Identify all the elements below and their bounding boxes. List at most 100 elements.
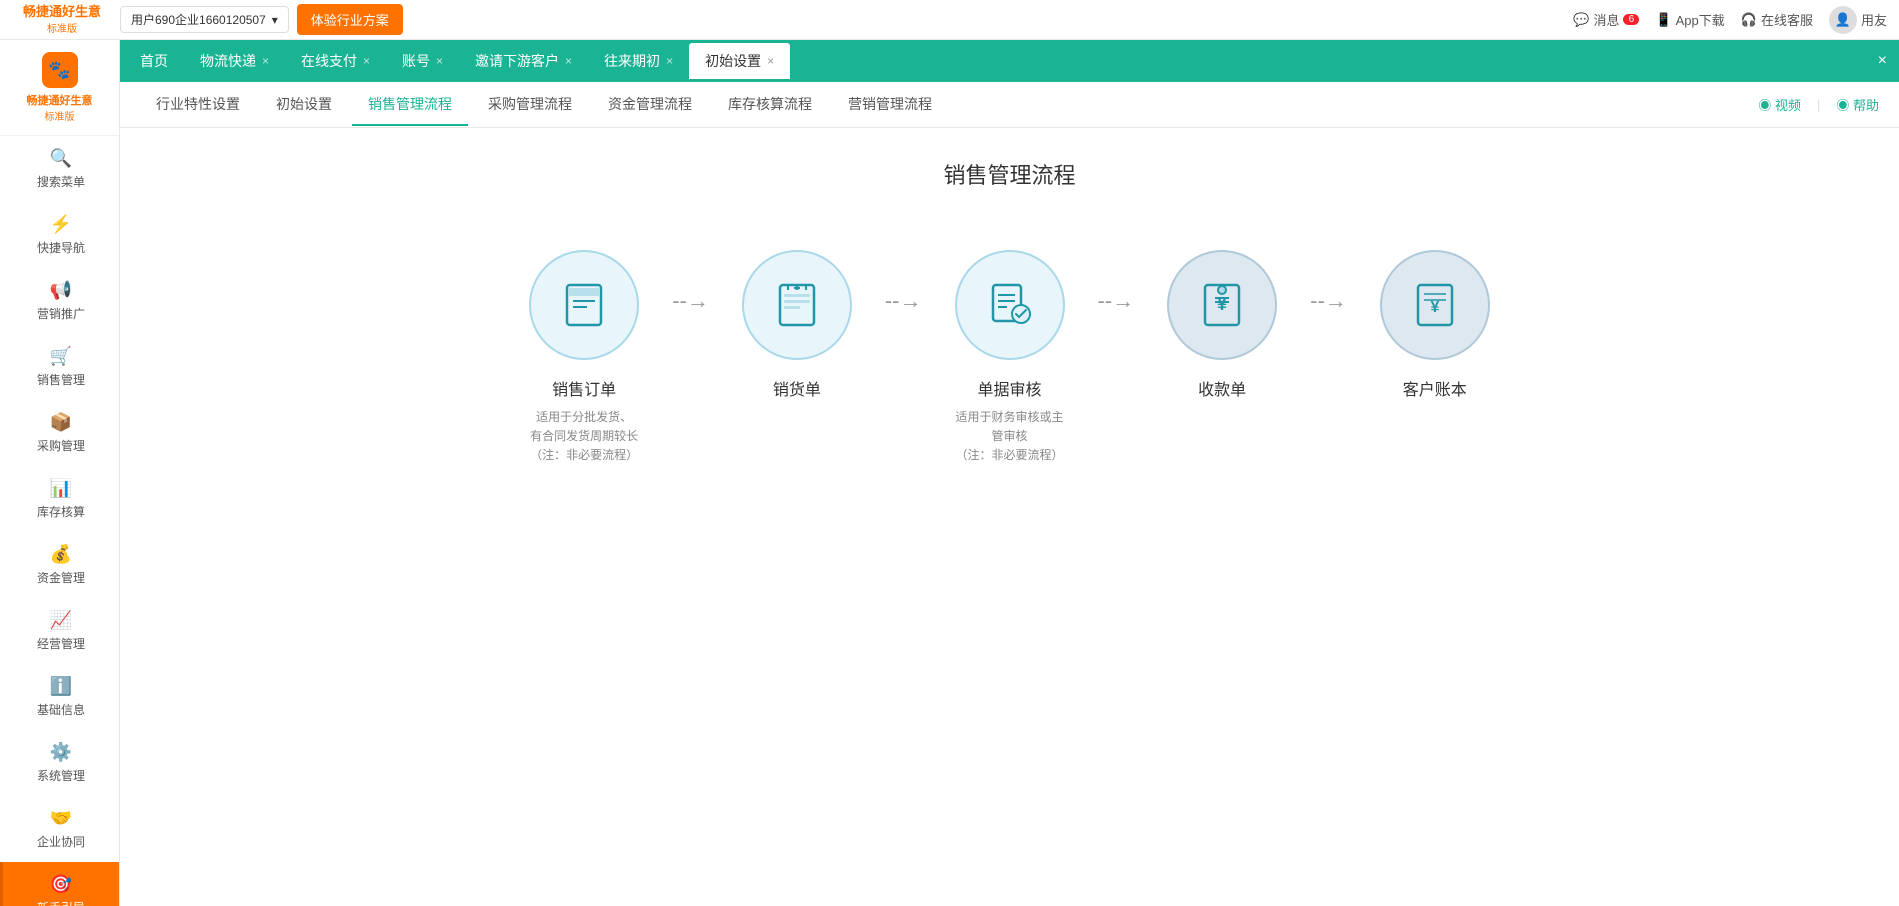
flow-circle-sales-order[interactable]	[529, 250, 639, 360]
sidebar-item-operations[interactable]: 📈 经营管理	[0, 598, 119, 664]
message-badge: 6	[1623, 14, 1639, 25]
tab-home-label: 首页	[140, 51, 168, 71]
app-download-button[interactable]: 📱 App下载	[1655, 10, 1724, 29]
subnav-init[interactable]: 初始设置	[260, 84, 348, 126]
help-btn[interactable]: ◉ 帮助	[1836, 95, 1879, 114]
sidebar-item-inventory[interactable]: 📊 库存核算	[0, 466, 119, 532]
app-icon: 📱	[1655, 12, 1671, 28]
subnav-finance-flow[interactable]: 资金管理流程	[592, 84, 708, 126]
tab-invite-close[interactable]: ×	[565, 54, 572, 68]
receipt-icon: ¥	[1197, 280, 1247, 330]
subnav-inventory-flow-label: 库存核算流程	[728, 96, 812, 112]
sidebar-item-marketing[interactable]: 📢 营销推广	[0, 268, 119, 334]
tab-init-close[interactable]: ×	[767, 54, 774, 68]
sidebar-item-finance[interactable]: 💰 资金管理	[0, 532, 119, 598]
svg-text:¥: ¥	[1430, 299, 1439, 316]
trial-button[interactable]: 体验行业方案	[297, 4, 403, 35]
sidebar-label-collab: 企业协同	[37, 833, 85, 850]
sidebar-item-newguide[interactable]: 🎯 新手引导	[0, 862, 119, 906]
flow-step-receipt: ¥ 收款单	[1142, 250, 1302, 408]
sidebar-label-search: 搜索菜单	[37, 173, 85, 190]
video-btn[interactable]: ◉ 视频	[1758, 95, 1801, 114]
sidebar-item-sales[interactable]: 🛒 销售管理	[0, 334, 119, 400]
sidebar-logo: 🐾 畅捷通好生意 标准版	[0, 40, 119, 136]
top-bar-left: 畅捷通好生意 标准版 用户690企业1660120507 ▾ 体验行业方案	[12, 4, 403, 35]
subnav-purchase-flow[interactable]: 采购管理流程	[472, 84, 588, 126]
tab-account[interactable]: 账号 ×	[386, 43, 459, 79]
nav-tabs: 首页 物流快递 × 在线支付 × 账号 × 邀请下游客户 ×	[120, 40, 1899, 82]
user-selector[interactable]: 用户690企业1660120507 ▾	[120, 6, 289, 33]
collab-icon: 🤝	[50, 808, 72, 829]
sidebar-item-purchase[interactable]: 📦 采购管理	[0, 400, 119, 466]
tab-account-close[interactable]: ×	[436, 54, 443, 68]
tab-logistics[interactable]: 物流快递 ×	[184, 43, 285, 79]
flow-circle-shipment[interactable]	[742, 250, 852, 360]
step-name-4: 收款单	[1198, 376, 1246, 400]
purchase-icon: 📦	[50, 412, 72, 433]
tab-period-close[interactable]: ×	[666, 54, 673, 68]
sub-nav-right: ◉ 视频 | ◉ 帮助	[1758, 95, 1879, 114]
arrow-icon-3: --→	[1098, 288, 1135, 314]
tab-payment-close[interactable]: ×	[363, 54, 370, 68]
ledger-icon: ¥	[1410, 280, 1460, 330]
newguide-icon: 🎯	[50, 874, 72, 895]
sidebar-label-marketing: 营销推广	[37, 305, 85, 322]
subnav-inventory-flow[interactable]: 库存核算流程	[712, 84, 828, 126]
sidebar-label-newguide: 新手引导	[37, 899, 85, 906]
tab-init-label: 初始设置	[705, 51, 761, 71]
tab-period[interactable]: 往来期初 ×	[588, 43, 689, 79]
logo-sub: 标准版	[47, 20, 77, 35]
sidebar-item-system[interactable]: ⚙️ 系统管理	[0, 730, 119, 796]
flow-arrow-2: --→	[877, 288, 930, 314]
tab-init[interactable]: 初始设置 ×	[689, 43, 790, 79]
divider: |	[1817, 97, 1820, 112]
step-name-2: 销货单	[773, 376, 821, 400]
operations-icon: 📈	[50, 610, 72, 631]
flow-container: 销售订单 适用于分批发货、有合同发货周期较长（注：非必要流程） --→	[160, 250, 1859, 466]
search-icon: 🔍	[50, 148, 72, 169]
flow-step-shipment: 销货单	[717, 250, 877, 408]
user-name: 用友	[1861, 10, 1887, 29]
flow-circle-ledger[interactable]: ¥	[1380, 250, 1490, 360]
sub-nav: 行业特性设置 初始设置 销售管理流程 采购管理流程 资金管理流程 库存核算流程	[120, 82, 1899, 128]
sidebar-logo-text: 畅捷通好生意	[27, 92, 93, 108]
sidebar-item-collab[interactable]: 🤝 企业协同	[0, 796, 119, 862]
tab-logistics-close[interactable]: ×	[262, 54, 269, 68]
subnav-marketing-flow[interactable]: 营销管理流程	[832, 84, 948, 126]
sidebar-label-purchase: 采购管理	[37, 437, 85, 454]
top-bar: 畅捷通好生意 标准版 用户690企业1660120507 ▾ 体验行业方案 💬 …	[0, 0, 1899, 40]
message-button[interactable]: 💬 消息 6	[1573, 10, 1639, 29]
sidebar-item-quicknav[interactable]: ⚡ 快捷导航	[0, 202, 119, 268]
tab-payment-label: 在线支付	[301, 51, 357, 71]
finance-icon: 💰	[50, 544, 72, 565]
logo-area: 畅捷通好生意 标准版	[12, 4, 112, 35]
person-icon: 👤	[1835, 12, 1851, 28]
subnav-industry[interactable]: 行业特性设置	[140, 84, 256, 126]
flow-circle-audit[interactable]	[955, 250, 1065, 360]
audit-icon	[985, 280, 1035, 330]
dropdown-icon: ▾	[272, 13, 278, 27]
sidebar-item-basicinfo[interactable]: ℹ️ 基础信息	[0, 664, 119, 730]
tab-home[interactable]: 首页	[124, 43, 184, 79]
online-service-button[interactable]: 🎧 在线客服	[1741, 10, 1813, 29]
subnav-sales-flow[interactable]: 销售管理流程	[352, 84, 468, 126]
quicknav-icon: ⚡	[50, 214, 72, 235]
sidebar-item-search[interactable]: 🔍 搜索菜单	[0, 136, 119, 202]
tab-invite[interactable]: 邀请下游客户 ×	[459, 43, 588, 79]
online-service-label: 在线客服	[1761, 10, 1813, 29]
user-menu[interactable]: 👤 用友	[1829, 6, 1887, 34]
content-area: 首页 物流快递 × 在线支付 × 账号 × 邀请下游客户 ×	[120, 40, 1899, 906]
step-name-3: 单据审核	[977, 376, 1041, 400]
inventory-icon: 📊	[50, 478, 72, 499]
shipment-icon	[772, 280, 822, 330]
tab-payment[interactable]: 在线支付 ×	[285, 43, 386, 79]
sales-icon: 🛒	[50, 346, 72, 367]
subnav-finance-flow-label: 资金管理流程	[608, 96, 692, 112]
flow-circle-receipt[interactable]: ¥	[1167, 250, 1277, 360]
subnav-purchase-flow-label: 采购管理流程	[488, 96, 572, 112]
arrow-icon-1: --→	[672, 288, 709, 314]
sidebar-label-basicinfo: 基础信息	[37, 701, 85, 718]
tab-invite-label: 邀请下游客户	[475, 51, 559, 71]
nav-close-all[interactable]: ×	[1870, 52, 1895, 70]
message-label: 消息	[1593, 10, 1619, 29]
